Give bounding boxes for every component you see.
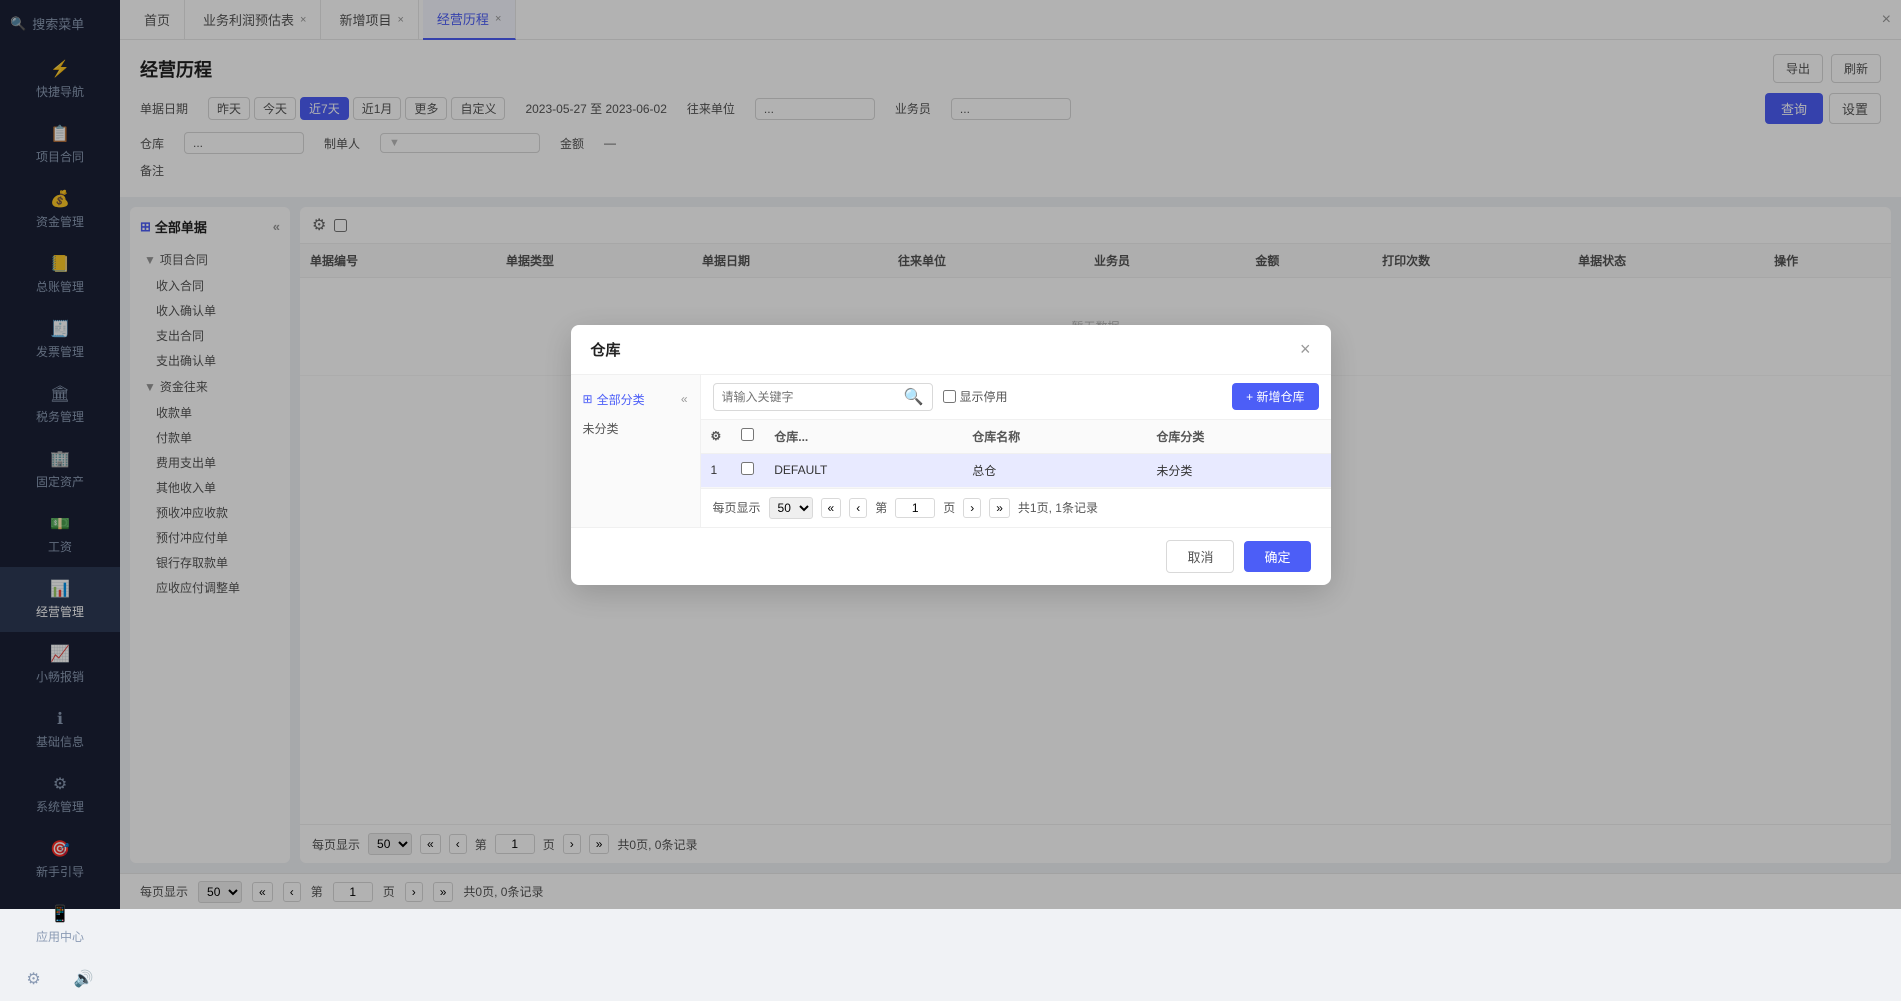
warehouse-row-1[interactable]: 1 DEFAULT 总仓 未分类 — [701, 453, 1331, 487]
grid-icon-modal: ⊞ — [583, 392, 593, 406]
modal-search-box[interactable]: 🔍 — [713, 383, 933, 411]
col-check — [731, 420, 764, 454]
select-all-warehouse[interactable] — [741, 428, 754, 441]
modal-category-list: 未分类 — [571, 414, 700, 517]
confirm-button[interactable]: 确定 — [1244, 541, 1310, 572]
show-disabled-checkbox[interactable] — [943, 390, 956, 403]
col-warehouse-category: 仓库分类 — [1146, 420, 1330, 454]
show-disabled-text: 显示停用 — [960, 388, 1008, 405]
row-checkbox-1[interactable] — [741, 462, 754, 475]
settings-bottom-icon[interactable]: ⚙ — [26, 969, 40, 989]
col-warehouse-name: 仓库名称 — [962, 420, 1146, 454]
row-index: 1 — [701, 453, 732, 487]
modal-first-btn[interactable]: « — [821, 498, 842, 518]
warehouse-table: ⚙ 仓库... 仓库名称 仓库分类 1 DEFAULT — [701, 420, 1331, 488]
modal-prev-btn[interactable]: ‹ — [849, 498, 867, 518]
modal-per-page-label: 每页显示 — [713, 499, 761, 516]
col-warehouse-code: 仓库... — [764, 420, 962, 454]
modal-page-label: 页 — [943, 499, 955, 516]
all-category-label: 全部分类 — [597, 391, 645, 408]
row-category: 未分类 — [1146, 453, 1330, 487]
show-disabled-label[interactable]: 显示停用 — [943, 388, 1008, 405]
collapse-modal-icon[interactable]: « — [681, 392, 688, 406]
modal-page-label-pre: 第 — [875, 499, 887, 516]
add-warehouse-button[interactable]: + 新增仓库 — [1232, 383, 1318, 410]
modal-search-input[interactable] — [722, 390, 900, 404]
modal-right-panel: 🔍 显示停用 + 新增仓库 ⚙ — [701, 375, 1331, 527]
modal-per-page-select[interactable]: 50 — [769, 497, 813, 519]
modal-close-btn[interactable]: × — [1300, 339, 1311, 360]
modal-search-icon: 🔍 — [904, 387, 924, 407]
row-name: 总仓 — [962, 453, 1146, 487]
modal-total-text: 共1页, 1条记录 — [1018, 499, 1098, 516]
modal-category-unclassified[interactable]: 未分类 — [571, 414, 700, 443]
sidebar-bottom: ⚙ 🔊 — [0, 957, 120, 1001]
row-check[interactable] — [731, 453, 764, 487]
col-gear: ⚙ — [701, 420, 732, 454]
volume-icon[interactable]: 🔊 — [74, 969, 94, 989]
modal-header: 仓库 × — [571, 325, 1331, 375]
modal-toolbar: 🔍 显示停用 + 新增仓库 — [701, 375, 1331, 420]
modal-left-panel: ⊞ 全部分类 « 未分类 — [571, 375, 701, 527]
modal-pagination: 每页显示 50 « ‹ 第 页 › » 共1页, 1条记录 — [701, 488, 1331, 527]
row-code: DEFAULT — [764, 453, 962, 487]
modal-actions: 取消 确定 — [571, 527, 1331, 585]
modal-last-btn[interactable]: » — [989, 498, 1010, 518]
cancel-button[interactable]: 取消 — [1166, 540, 1234, 573]
warehouse-modal: 仓库 × ⊞ 全部分类 « 未分类 — [571, 325, 1331, 585]
modal-title: 仓库 — [591, 339, 621, 360]
sidebar-item-label: 应用中心 — [36, 928, 84, 945]
modal-category-header[interactable]: ⊞ 全部分类 « — [571, 385, 700, 414]
modal-next-btn[interactable]: › — [963, 498, 981, 518]
modal-overlay: 仓库 × ⊞ 全部分类 « 未分类 — [0, 0, 1901, 909]
modal-table-container: ⚙ 仓库... 仓库名称 仓库分类 1 DEFAULT — [701, 420, 1331, 488]
modal-body: ⊞ 全部分类 « 未分类 🔍 显示停用 — [571, 375, 1331, 527]
modal-page-input[interactable] — [895, 498, 935, 518]
